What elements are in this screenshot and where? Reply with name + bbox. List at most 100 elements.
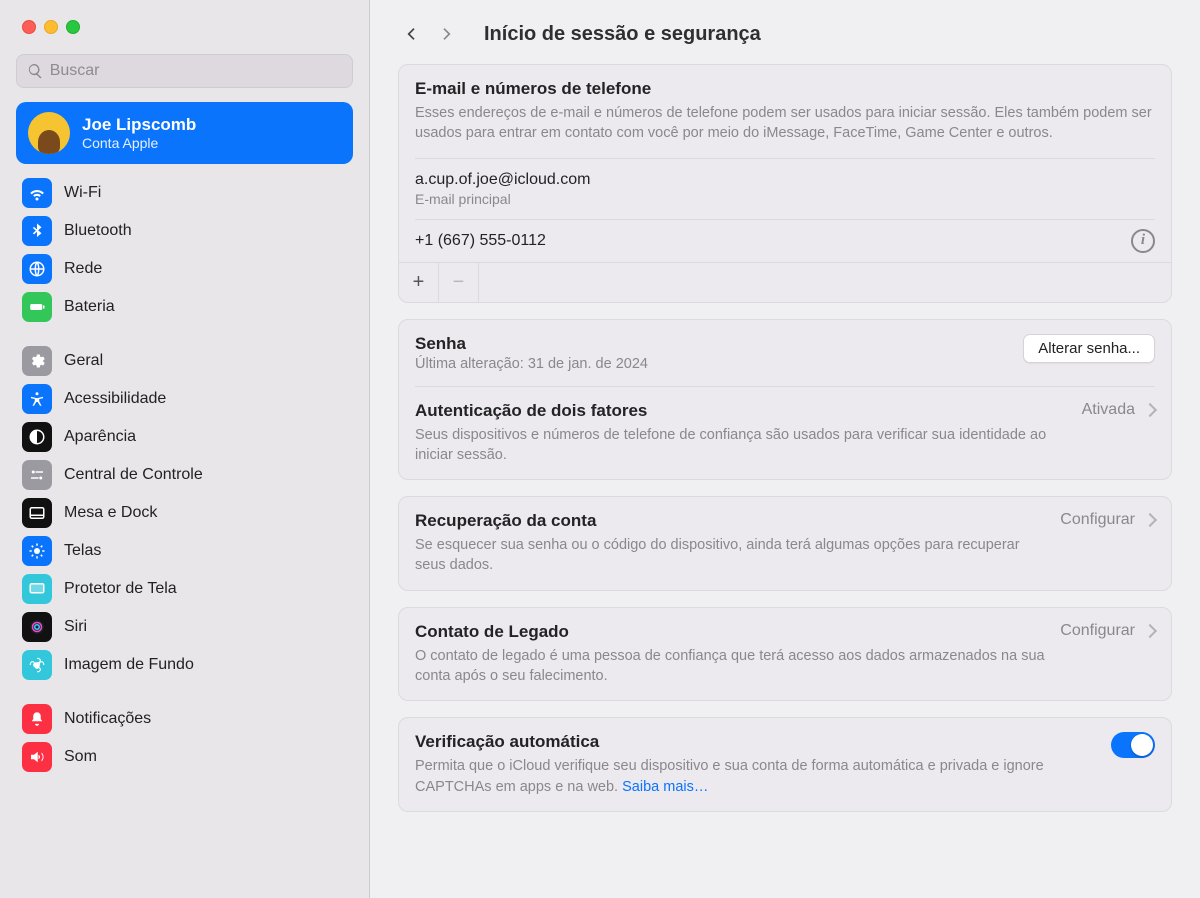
recovery-status: Configurar <box>1060 511 1135 529</box>
sidebar-item-label: Aparência <box>64 428 136 446</box>
sidebar-item-controlcenter[interactable]: Central de Controle <box>16 456 353 494</box>
chevron-right-icon <box>1143 513 1157 527</box>
legacy-title: Contato de Legado <box>415 622 1048 642</box>
sound-icon <box>22 742 52 772</box>
sidebar-item-label: Protetor de Tela <box>64 580 177 598</box>
primary-email-label: E-mail principal <box>415 191 1155 207</box>
sidebar-item-label: Bateria <box>64 298 115 316</box>
search-field[interactable] <box>16 54 353 88</box>
sidebar-item-general[interactable]: Geral <box>16 342 353 380</box>
sidebar-account[interactable]: Joe Lipscomb Conta Apple <box>16 102 353 164</box>
sidebar-item-displays[interactable]: Telas <box>16 532 353 570</box>
wallpaper-icon <box>22 650 52 680</box>
sidebar-item-label: Telas <box>64 542 101 560</box>
header: Início de sessão e segurança <box>370 0 1200 64</box>
sidebar-item-label: Siri <box>64 618 87 636</box>
sidebar-nav: Wi-Fi Bluetooth Rede Bateria Geral Acessibil… <box>0 174 369 792</box>
account-name: Joe Lipscomb <box>82 115 196 135</box>
sidebar-item-label: Bluetooth <box>64 222 132 240</box>
siri-icon <box>22 612 52 642</box>
minimize-window-button[interactable] <box>44 20 58 34</box>
phone-number: +1 (667) 555-0112 <box>415 232 1155 250</box>
window-controls <box>0 0 369 54</box>
learn-more-link[interactable]: Saiba mais… <box>622 779 708 795</box>
main-pane: Início de sessão e segurança E-mail e nú… <box>370 0 1200 898</box>
zoom-window-button[interactable] <box>66 20 80 34</box>
remove-contact-button[interactable]: − <box>439 263 479 302</box>
recovery-desc: Se esquecer sua senha ou o código do dis… <box>415 535 1048 576</box>
sidebar-item-label: Wi-Fi <box>64 184 101 202</box>
primary-email: a.cup.of.joe@icloud.com <box>415 171 1155 189</box>
twofa-desc: Seus dispositivos e números de telefone … <box>415 425 1070 466</box>
sidebar-item-label: Imagem de Fundo <box>64 656 194 674</box>
add-remove-bar: + − <box>399 262 1171 302</box>
sidebar-item-wifi[interactable]: Wi-Fi <box>16 174 353 212</box>
sidebar-item-label: Geral <box>64 352 103 370</box>
password-title: Senha <box>415 334 1011 354</box>
recovery-title: Recuperação da conta <box>415 511 1048 531</box>
appearance-icon <box>22 422 52 452</box>
legacy-status: Configurar <box>1060 622 1135 640</box>
phone-info-button[interactable]: i <box>1131 229 1155 253</box>
primary-email-row[interactable]: a.cup.of.joe@icloud.com E-mail principal <box>399 159 1171 219</box>
legacy-card: Contato de Legado O contato de legado é … <box>398 607 1172 702</box>
autoverify-card: Verificação automática Permita que o iCl… <box>398 717 1172 812</box>
legacy-row[interactable]: Contato de Legado O contato de legado é … <box>399 608 1171 701</box>
sidebar-item-siri[interactable]: Siri <box>16 608 353 646</box>
sidebar-item-accessibility[interactable]: Acessibilidade <box>16 380 353 418</box>
screensaver-icon <box>22 574 52 604</box>
autoverify-row: Verificação automática Permita que o iCl… <box>399 718 1171 811</box>
controlcenter-icon <box>22 460 52 490</box>
chevron-right-icon <box>1143 624 1157 638</box>
search-input[interactable] <box>50 62 342 80</box>
legacy-desc: O contato de legado é uma pessoa de conf… <box>415 646 1048 687</box>
sidebar-item-network[interactable]: Rede <box>16 250 353 288</box>
dock-icon <box>22 498 52 528</box>
password-sub: Última alteração: 31 de jan. de 2024 <box>415 356 1011 372</box>
search-icon <box>27 62 44 80</box>
twofa-status: Ativada <box>1082 401 1135 419</box>
autoverify-desc: Permita que o iCloud verifique seu dispo… <box>415 756 1099 797</box>
network-icon <box>22 254 52 284</box>
nav-back-button[interactable] <box>398 20 426 48</box>
sidebar-item-sound[interactable]: Som <box>16 738 353 776</box>
twofa-title: Autenticação de dois fatores <box>415 401 1070 421</box>
sidebar-item-label: Acessibilidade <box>64 390 166 408</box>
twofa-row[interactable]: Autenticação de dois fatores Seus dispos… <box>399 387 1171 480</box>
contacts-card: E-mail e números de telefone Esses ender… <box>398 64 1172 303</box>
sidebar-item-battery[interactable]: Bateria <box>16 288 353 326</box>
autoverify-title: Verificação automática <box>415 732 1099 752</box>
sidebar-item-label: Rede <box>64 260 102 278</box>
recovery-row[interactable]: Recuperação da conta Se esquecer sua sen… <box>399 497 1171 590</box>
close-window-button[interactable] <box>22 20 36 34</box>
accessibility-icon <box>22 384 52 414</box>
bluetooth-icon <box>22 216 52 246</box>
notifications-icon <box>22 704 52 734</box>
chevron-right-icon <box>1143 403 1157 417</box>
sidebar-item-notifications[interactable]: Notificações <box>16 700 353 738</box>
general-icon <box>22 346 52 376</box>
sidebar-item-label: Mesa e Dock <box>64 504 157 522</box>
nav-forward-button[interactable] <box>432 20 460 48</box>
page-title: Início de sessão e segurança <box>484 23 761 46</box>
change-password-button[interactable]: Alterar senha... <box>1023 334 1155 363</box>
sidebar-item-label: Som <box>64 748 97 766</box>
sidebar-item-label: Notificações <box>64 710 151 728</box>
battery-icon <box>22 292 52 322</box>
sidebar: Joe Lipscomb Conta Apple Wi-Fi Bluetooth R… <box>0 0 370 898</box>
phone-row[interactable]: +1 (667) 555-0112 i <box>399 220 1171 262</box>
account-sub: Conta Apple <box>82 135 196 151</box>
contacts-desc: Esses endereços de e-mail e números de t… <box>415 103 1155 144</box>
sidebar-item-screensaver[interactable]: Protetor de Tela <box>16 570 353 608</box>
sidebar-item-dock[interactable]: Mesa e Dock <box>16 494 353 532</box>
sidebar-item-label: Central de Controle <box>64 466 203 484</box>
recovery-card: Recuperação da conta Se esquecer sua sen… <box>398 496 1172 591</box>
wifi-icon <box>22 178 52 208</box>
sidebar-item-appearance[interactable]: Aparência <box>16 418 353 456</box>
password-card: Senha Última alteração: 31 de jan. de 20… <box>398 319 1172 481</box>
autoverify-toggle[interactable] <box>1111 732 1155 758</box>
add-contact-button[interactable]: + <box>399 263 439 302</box>
sidebar-item-bluetooth[interactable]: Bluetooth <box>16 212 353 250</box>
sidebar-item-wallpaper[interactable]: Imagem de Fundo <box>16 646 353 684</box>
contacts-title: E-mail e números de telefone <box>415 79 1155 99</box>
